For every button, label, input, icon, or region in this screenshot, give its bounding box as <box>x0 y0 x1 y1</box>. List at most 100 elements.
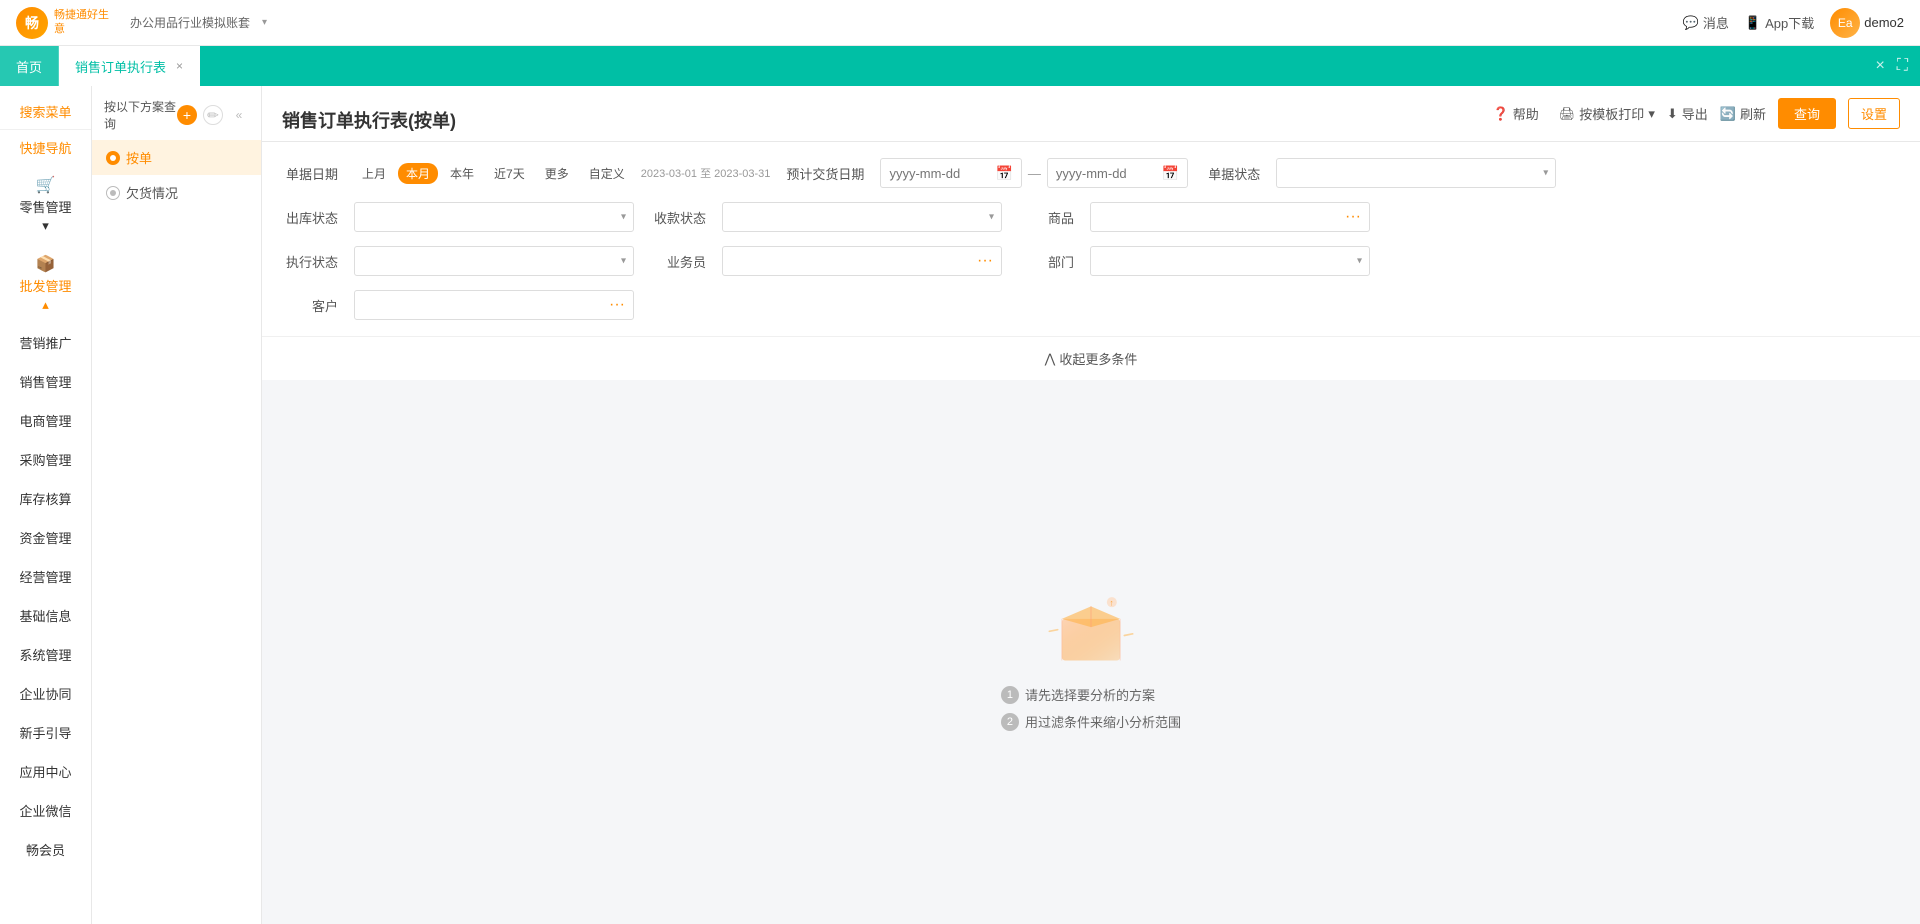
logo-area[interactable]: 畅 畅捷通好生意 <box>16 7 114 39</box>
date-tab-this-month[interactable]: 本月 <box>398 163 438 184</box>
expected-date-start[interactable]: 📅 <box>880 158 1021 188</box>
basic-info-label: 基础信息 <box>19 606 71 625</box>
expected-date-end[interactable]: 📅 <box>1047 158 1188 188</box>
message-icon: 💬 <box>1683 15 1699 31</box>
ecom-label: 电商管理 <box>19 411 71 430</box>
scheme-item-shortage[interactable]: 欠货情况 <box>92 175 261 210</box>
inner-layout: 按以下方案查询 + ✏ « 按单 欠货情况 <box>92 86 1920 924</box>
wechat-label: 企业微信 <box>19 801 71 820</box>
sidebar-item-ecom[interactable]: 电商管理 <box>0 401 91 440</box>
empty-step-2: 2 用过滤条件来缩小分析范围 <box>1001 712 1181 731</box>
scheme-item-single[interactable]: 按单 <box>92 140 261 175</box>
query-button[interactable]: 查询 <box>1778 98 1836 129</box>
sidebar-item-inventory[interactable]: 库存核算 <box>0 479 91 518</box>
sidebar-quick-nav[interactable]: 快捷导航 <box>0 134 91 161</box>
sidebar-item-system[interactable]: 系统管理 <box>0 635 91 674</box>
inventory-label: 库存核算 <box>19 489 71 508</box>
home-label: 首页 <box>16 57 42 76</box>
sidebar-item-member[interactable]: 畅会员 <box>0 830 91 869</box>
page-title: 销售订单执行表(按单) <box>282 107 456 133</box>
user-menu[interactable]: Ea demo2 <box>1830 8 1904 38</box>
sidebar-item-finance[interactable]: 资金管理 <box>0 518 91 557</box>
scheme-item-single-label: 按单 <box>126 148 152 167</box>
sidebar-item-basic-info[interactable]: 基础信息 <box>0 596 91 635</box>
sidebar-item-wholesale[interactable]: 📦 批发管理 ▴ <box>0 244 91 323</box>
app-download-button[interactable]: 📱 App下载 <box>1745 13 1814 32</box>
calendar-end-icon: 📅 <box>1162 165 1179 182</box>
payment-status-label: 收款状态 <box>650 208 706 227</box>
system-label: 系统管理 <box>19 645 71 664</box>
date-tab-last-month[interactable]: 上月 <box>354 163 394 184</box>
sidebar-item-enterprise[interactable]: 企业协同 <box>0 674 91 713</box>
add-scheme-button[interactable]: + <box>177 105 197 125</box>
exec-status-select-wrap: ▾ <box>354 246 634 276</box>
filter-row-4: 客户 ··· <box>282 290 1900 320</box>
right-main: 销售订单执行表(按单) ❓ 帮助 🖨 按模板打印 ▾ ⬇ 导出 <box>262 86 1920 924</box>
sidebar-item-purchase[interactable]: 采购管理 <box>0 440 91 479</box>
tab-close-icon[interactable]: × <box>176 59 183 73</box>
customer-dots-icon[interactable]: ··· <box>609 296 625 314</box>
collapse-panel-button[interactable]: « <box>229 105 249 125</box>
export-label: 导出 <box>1682 104 1708 123</box>
tab-expand-button[interactable]: ⛶ <box>1897 57 1908 75</box>
message-label: 消息 <box>1703 13 1729 32</box>
sidebar-item-wechat[interactable]: 企业微信 <box>0 791 91 830</box>
print-icon: 🖨 <box>1559 106 1576 122</box>
filter-row-1: 单据日期 上月 本月 本年 近7天 更多 自定义 2023-03-01 至 20… <box>282 158 1900 188</box>
exec-status-select[interactable] <box>354 246 634 276</box>
salesman-dots-icon[interactable]: ··· <box>977 252 993 270</box>
app-download-label: App下载 <box>1765 13 1814 32</box>
marketing-label: 营销推广 <box>19 333 71 352</box>
purchase-label: 采购管理 <box>19 450 71 469</box>
tab-sales-order[interactable]: 销售订单执行表 × <box>59 46 200 86</box>
customer-input[interactable]: ··· <box>354 290 634 320</box>
salesman-input[interactable]: ··· <box>722 246 1002 276</box>
sidebar-item-marketing[interactable]: 营销推广 <box>0 323 91 362</box>
goods-input[interactable]: ··· <box>1090 202 1370 232</box>
edit-scheme-button[interactable]: ✏ <box>203 105 223 125</box>
export-button[interactable]: ⬇ 导出 <box>1667 104 1708 123</box>
message-button[interactable]: 💬 消息 <box>1683 13 1729 32</box>
user-name: demo2 <box>1864 15 1904 30</box>
dept-select-wrap: ▾ <box>1090 246 1370 276</box>
date-tab-this-year[interactable]: 本年 <box>442 163 482 184</box>
goods-dots-icon[interactable]: ··· <box>1345 208 1361 226</box>
page-header: 销售订单执行表(按单) ❓ 帮助 🖨 按模板打印 ▾ ⬇ 导出 <box>262 86 1920 142</box>
dept-select[interactable] <box>1090 246 1370 276</box>
refresh-button[interactable]: 🔄 刷新 <box>1720 104 1766 123</box>
settings-button[interactable]: 设置 <box>1848 98 1900 129</box>
collapse-button[interactable]: ⋀ 收起更多条件 <box>1033 345 1150 372</box>
tab-close-button[interactable]: × <box>1875 57 1884 75</box>
enterprise-label: 企业协同 <box>19 684 71 703</box>
collapse-row: ⋀ 收起更多条件 <box>262 336 1920 380</box>
operations-label: 经营管理 <box>19 567 71 586</box>
user-avatar: Ea <box>1830 8 1860 38</box>
sidebar-item-tutorial[interactable]: 新手引导 <box>0 713 91 752</box>
sidebar-item-sales[interactable]: 销售管理 <box>0 362 91 401</box>
status-select[interactable] <box>1276 158 1556 188</box>
sidebar-item-operations[interactable]: 经营管理 <box>0 557 91 596</box>
print-arrow[interactable]: ▾ <box>1648 106 1655 122</box>
date-tab-7days[interactable]: 近7天 <box>486 163 533 184</box>
expected-date-start-input[interactable] <box>889 166 989 181</box>
filter-row-3: 执行状态 ▾ 业务员 ··· 部门 <box>282 246 1900 276</box>
tab-home[interactable]: 首页 <box>0 46 59 86</box>
sidebar-item-app-center[interactable]: 应用中心 <box>0 752 91 791</box>
help-button[interactable]: ❓ 帮助 <box>1485 100 1547 127</box>
print-button[interactable]: 🖨 按模板打印 ▾ <box>1559 104 1655 123</box>
logo-icon: 畅 <box>16 7 48 39</box>
step2-text: 用过滤条件来缩小分析范围 <box>1025 712 1181 731</box>
payment-status-select[interactable] <box>722 202 1002 232</box>
exec-status-label: 执行状态 <box>282 252 338 271</box>
out-status-select-wrap: ▾ <box>354 202 634 232</box>
expected-date-end-input[interactable] <box>1056 166 1156 181</box>
breadcrumb-dropdown-icon[interactable]: ▾ <box>262 17 267 28</box>
refresh-label: 刷新 <box>1740 104 1766 123</box>
date-tab-custom[interactable]: 自定义 <box>581 163 633 184</box>
date-tab-more[interactable]: 更多 <box>537 163 577 184</box>
out-status-select[interactable] <box>354 202 634 232</box>
date-tabs: 上月 本月 本年 近7天 更多 自定义 2023-03-01 至 2023-03… <box>354 163 770 184</box>
sidebar-search[interactable]: 搜索菜单 <box>0 94 91 130</box>
sidebar-item-retail[interactable]: 🛒 零售管理 ▾ <box>0 165 91 244</box>
expected-date-range: 📅 — 📅 <box>880 158 1188 188</box>
